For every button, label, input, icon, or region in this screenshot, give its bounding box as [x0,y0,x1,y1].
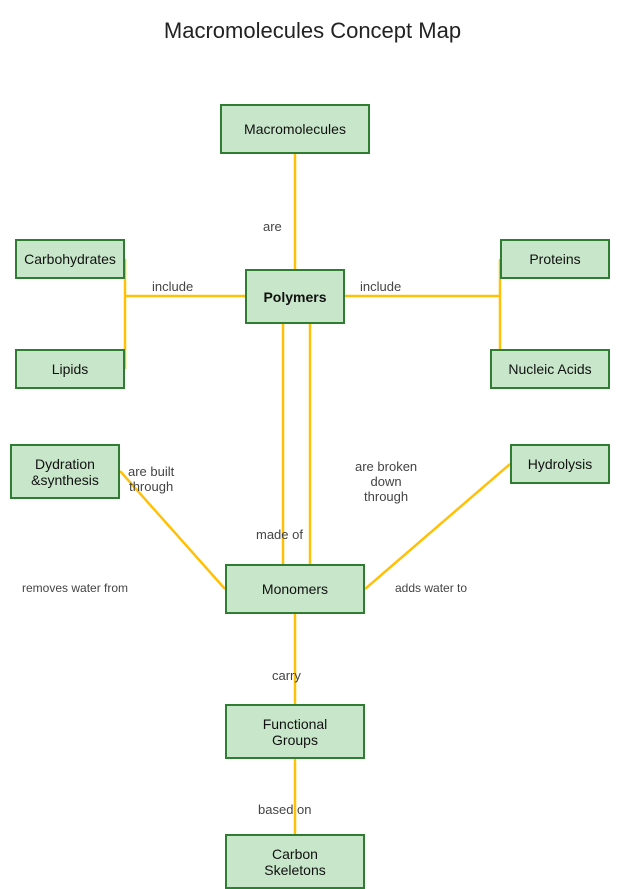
label-are-built: are built through [128,464,174,494]
node-carbon-skeletons: Carbon Skeletons [225,834,365,889]
node-nucleic-acids: Nucleic Acids [490,349,610,389]
node-macromolecules: Macromolecules [220,104,370,154]
node-carbohydrates: Carbohydrates [15,239,125,279]
node-polymers: Polymers [245,269,345,324]
node-functional-groups: Functional Groups [225,704,365,759]
page-title: Macromolecules Concept Map [0,0,625,54]
label-are-broken: are broken down through [355,459,417,504]
node-lipids: Lipids [15,349,125,389]
label-removes-water: removes water from [22,581,128,595]
label-made-of: made of [256,527,303,542]
label-adds-water: adds water to [395,581,467,595]
label-carry: carry [272,668,301,683]
label-are: are [263,219,282,234]
label-include-left: include [152,279,193,294]
node-dehydration: Dydration &synthesis [10,444,120,499]
node-proteins: Proteins [500,239,610,279]
concept-map: Macromolecules Polymers Carbohydrates Li… [0,54,625,874]
node-hydrolysis: Hydrolysis [510,444,610,484]
label-based-on: based on [258,802,312,817]
label-include-right: include [360,279,401,294]
node-monomers: Monomers [225,564,365,614]
